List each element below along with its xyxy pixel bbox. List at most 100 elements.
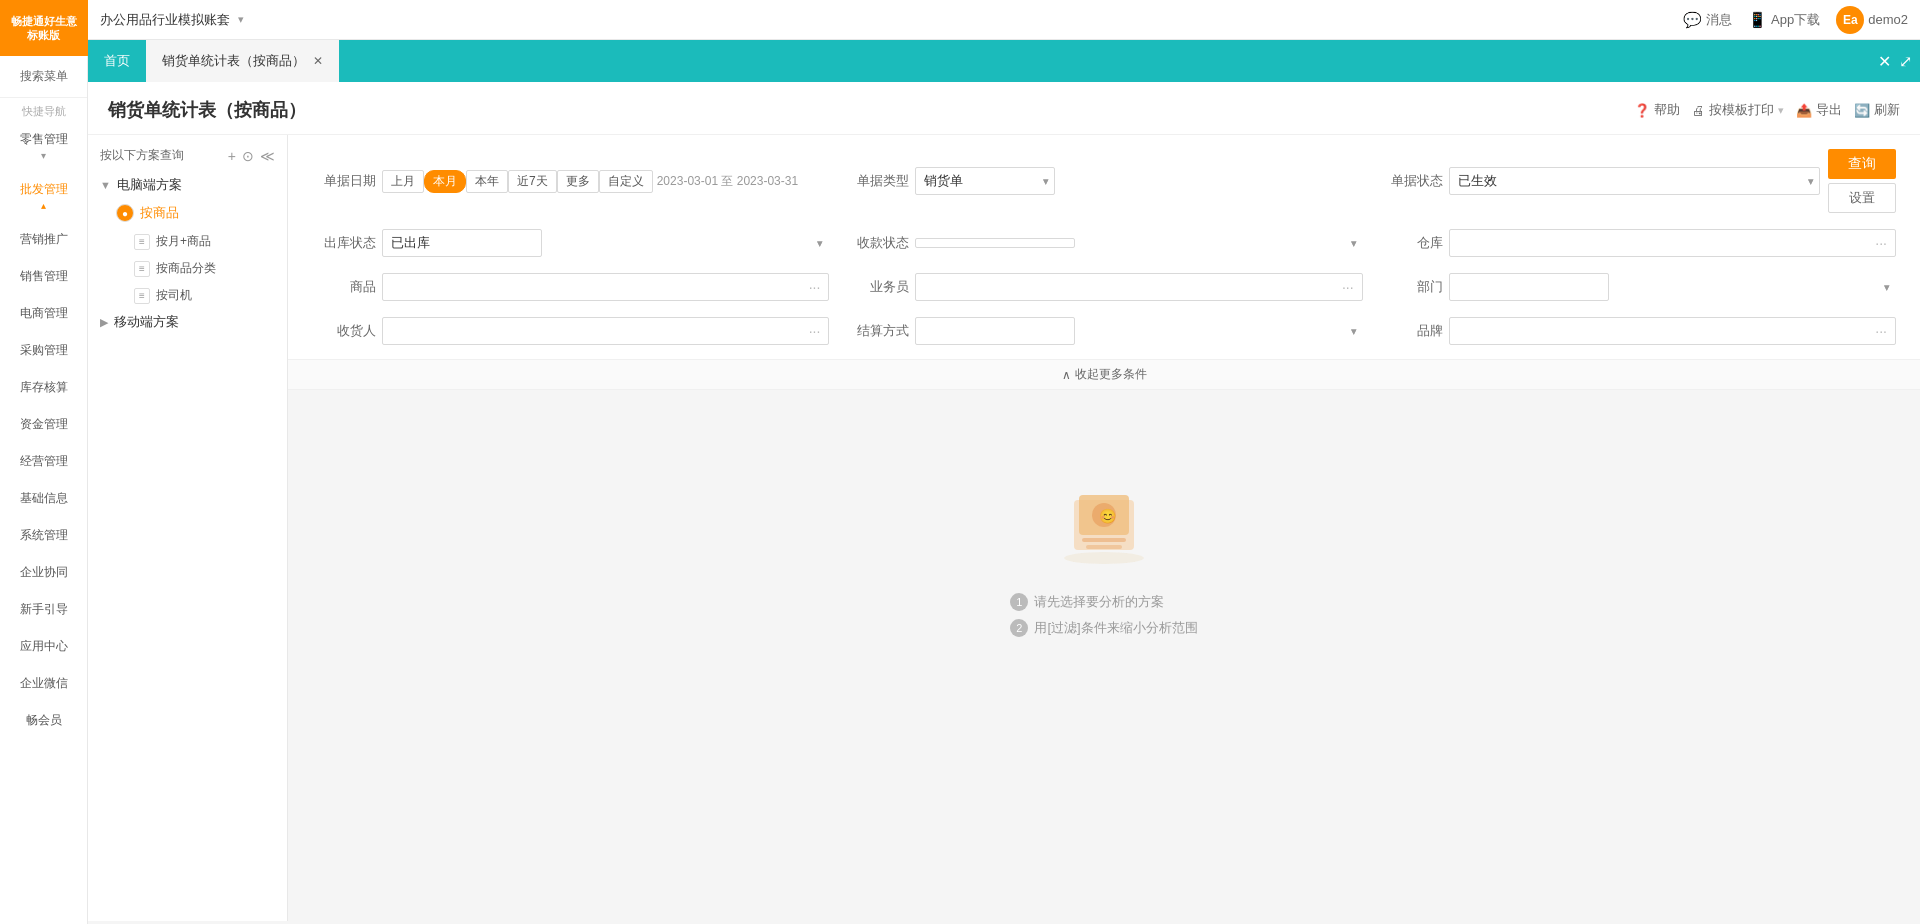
add-scheme-icon[interactable]: + (228, 148, 236, 164)
industry-dropdown-icon[interactable]: ▾ (238, 13, 244, 26)
mobile-scheme-group-header[interactable]: ▶ 移动端方案 (88, 309, 287, 335)
tab-sales-report[interactable]: 销货单统计表（按商品） ✕ (146, 40, 339, 82)
product-label: 商品 (312, 278, 376, 296)
sidebar-item-label: 基础信息 (20, 491, 68, 505)
tab-close-icon[interactable]: ✕ (313, 54, 323, 68)
sidebar-item-system[interactable]: 系统管理 (0, 517, 87, 554)
filter-staff-col: 业务员 ··· (837, 269, 1370, 305)
sidebar-item-wholesale[interactable]: 批发管理 ▴ (0, 171, 87, 221)
sidebar-search-button[interactable]: 搜索菜单 (6, 64, 81, 89)
warehouse-value: ··· (1449, 229, 1896, 257)
scheme-item-by-month-product[interactable]: ≡ 按月+商品 (88, 228, 287, 255)
warehouse-input[interactable]: ··· (1449, 229, 1896, 257)
sidebar-item-newbie[interactable]: 新手引导 (0, 591, 87, 628)
sidebar-item-appstore[interactable]: 应用中心 (0, 628, 87, 665)
scheme-item-icon: ≡ (134, 234, 150, 250)
settle-select-wrapper[interactable]: ▾ (915, 317, 1362, 345)
sidebar: 畅捷通好生意 标账版 搜索菜单 快捷导航 零售管理 ▾ 批发管理 ▴ 营销推广 … (0, 0, 88, 924)
sidebar-item-purchase[interactable]: 采购管理 (0, 332, 87, 369)
sidebar-item-vip[interactable]: 畅会员 (0, 702, 87, 739)
warehouse-dots[interactable]: ··· (1875, 235, 1887, 251)
brand-dots[interactable]: ··· (1875, 323, 1887, 339)
tab-home-label: 首页 (104, 52, 130, 70)
brand-input[interactable]: ··· (1449, 317, 1896, 345)
refresh-button[interactable]: 🔄 刷新 (1854, 101, 1900, 119)
docstatus-select-wrapper[interactable]: 已生效 ▾ (1449, 167, 1820, 195)
sidebar-item-sales[interactable]: 销售管理 (0, 258, 87, 295)
settle-select[interactable] (915, 317, 1075, 345)
sidebar-item-finance[interactable]: 资金管理 (0, 406, 87, 443)
sidebar-item-ecommerce[interactable]: 电商管理 (0, 295, 87, 332)
dept-select-wrapper[interactable]: ▾ (1449, 273, 1896, 301)
tab-home[interactable]: 首页 (88, 40, 146, 82)
receiptstatus-select-wrapper[interactable]: ▾ (915, 238, 1362, 248)
print-button[interactable]: 🖨 按模板打印 ▾ (1692, 101, 1784, 119)
product-input[interactable]: ··· (382, 273, 829, 301)
recipient-input[interactable]: ··· (382, 317, 829, 345)
sidebar-item-inventory[interactable]: 库存核算 (0, 369, 87, 406)
scheme-item-by-category[interactable]: ≡ 按商品分类 (88, 255, 287, 282)
doctype-select[interactable]: 销货单 (915, 167, 1055, 195)
settings-button[interactable]: 设置 (1828, 183, 1896, 213)
desktop-scheme-group-header[interactable]: ▼ 电脑端方案 (88, 172, 287, 198)
staff-input[interactable]: ··· (915, 273, 1362, 301)
app-download-label: App下载 (1771, 11, 1820, 29)
export-button[interactable]: 📤 导出 (1796, 101, 1842, 119)
sidebar-item-basic[interactable]: 基础信息 (0, 480, 87, 517)
outstatus-select-wrapper[interactable]: 已出库 ▾ (382, 229, 829, 257)
tip-text-1: 请先选择要分析的方案 (1034, 589, 1164, 615)
docstatus-select[interactable]: 已生效 (1449, 167, 1820, 195)
body-layout: 按以下方案查询 + ⊙ ≪ ▼ 电脑端方案 ● 按商品 (88, 135, 1920, 921)
tabbar: 首页 销货单统计表（按商品） ✕ ✕ ⤢ (88, 40, 1920, 82)
filter-recipient-col: 收货人 ··· (304, 313, 837, 349)
scheme-item-icon: ≡ (134, 288, 150, 304)
sidebar-item-enterprise[interactable]: 企业协同 (0, 554, 87, 591)
print-dropdown-icon[interactable]: ▾ (1778, 104, 1784, 117)
staff-dots[interactable]: ··· (1342, 279, 1354, 295)
sidebar-item-retail[interactable]: 零售管理 ▾ (0, 121, 87, 171)
dept-select[interactable] (1449, 273, 1609, 301)
export-icon: 📤 (1796, 103, 1812, 118)
sidebar-item-label: 企业协同 (20, 565, 68, 579)
help-button[interactable]: ❓ 帮助 (1634, 101, 1680, 119)
receiptstatus-label: 收款状态 (845, 234, 909, 252)
warehouse-label: 仓库 (1379, 234, 1443, 252)
outstatus-select[interactable]: 已出库 (382, 229, 542, 257)
scheme-item-by-cashier[interactable]: ≡ 按司机 (88, 282, 287, 309)
sidebar-item-wechat[interactable]: 企业微信 (0, 665, 87, 702)
product-dots[interactable]: ··· (809, 279, 821, 295)
date-btn-custom[interactable]: 自定义 (599, 170, 653, 193)
collapse-button[interactable]: ∧ 收起更多条件 (1062, 366, 1147, 383)
window-maximize-icon[interactable]: ⤢ (1899, 52, 1912, 71)
date-btn-this-month[interactable]: 本月 (424, 170, 466, 193)
sidebar-item-marketing[interactable]: 营销推广 (0, 221, 87, 258)
docstatus-value: 已生效 ▾ (1449, 167, 1820, 195)
message-button[interactable]: 💬 消息 (1683, 11, 1732, 29)
industry-selector[interactable]: 办公用品行业模拟账套 (100, 11, 230, 29)
date-btn-last-month[interactable]: 上月 (382, 170, 424, 193)
recipient-dots[interactable]: ··· (809, 323, 821, 339)
window-close-icon[interactable]: ✕ (1878, 52, 1891, 71)
sidebar-item-operation[interactable]: 经营管理 (0, 443, 87, 480)
date-btn-last-7days[interactable]: 近7天 (508, 170, 557, 193)
topbar-actions: 💬 消息 📱 App下载 Ea demo2 (1683, 6, 1908, 34)
filter-product-col: 商品 ··· (304, 269, 837, 305)
settings-scheme-icon[interactable]: ⊙ (242, 148, 254, 164)
date-btn-this-year[interactable]: 本年 (466, 170, 508, 193)
recipient-value: ··· (382, 317, 829, 345)
filter-date-col: 单据日期 上月 本月 本年 近7天 更多 自定义 2023-03-01 至 20… (304, 145, 837, 217)
desktop-scheme-group: ▼ 电脑端方案 ● 按商品 ≡ 按月+商品 ≡ 按商品分类 (88, 172, 287, 309)
desktop-scheme-group-label: 电脑端方案 (117, 176, 182, 194)
scheme-item-by-product[interactable]: ● 按商品 (88, 198, 287, 228)
collapse-panel-icon[interactable]: ≪ (260, 148, 275, 164)
app-download-button[interactable]: 📱 App下载 (1748, 11, 1820, 29)
user-profile[interactable]: Ea demo2 (1836, 6, 1908, 34)
date-btn-more[interactable]: 更多 (557, 170, 599, 193)
query-button[interactable]: 查询 (1828, 149, 1896, 179)
user-name: demo2 (1868, 12, 1908, 27)
docstatus-label: 单据状态 (1379, 172, 1443, 190)
collapse-section: ∧ 收起更多条件 (288, 360, 1920, 390)
staff-label: 业务员 (845, 278, 909, 296)
receiptstatus-select[interactable] (915, 238, 1075, 248)
doctype-select-wrapper[interactable]: 销货单 ▾ (915, 167, 1055, 195)
